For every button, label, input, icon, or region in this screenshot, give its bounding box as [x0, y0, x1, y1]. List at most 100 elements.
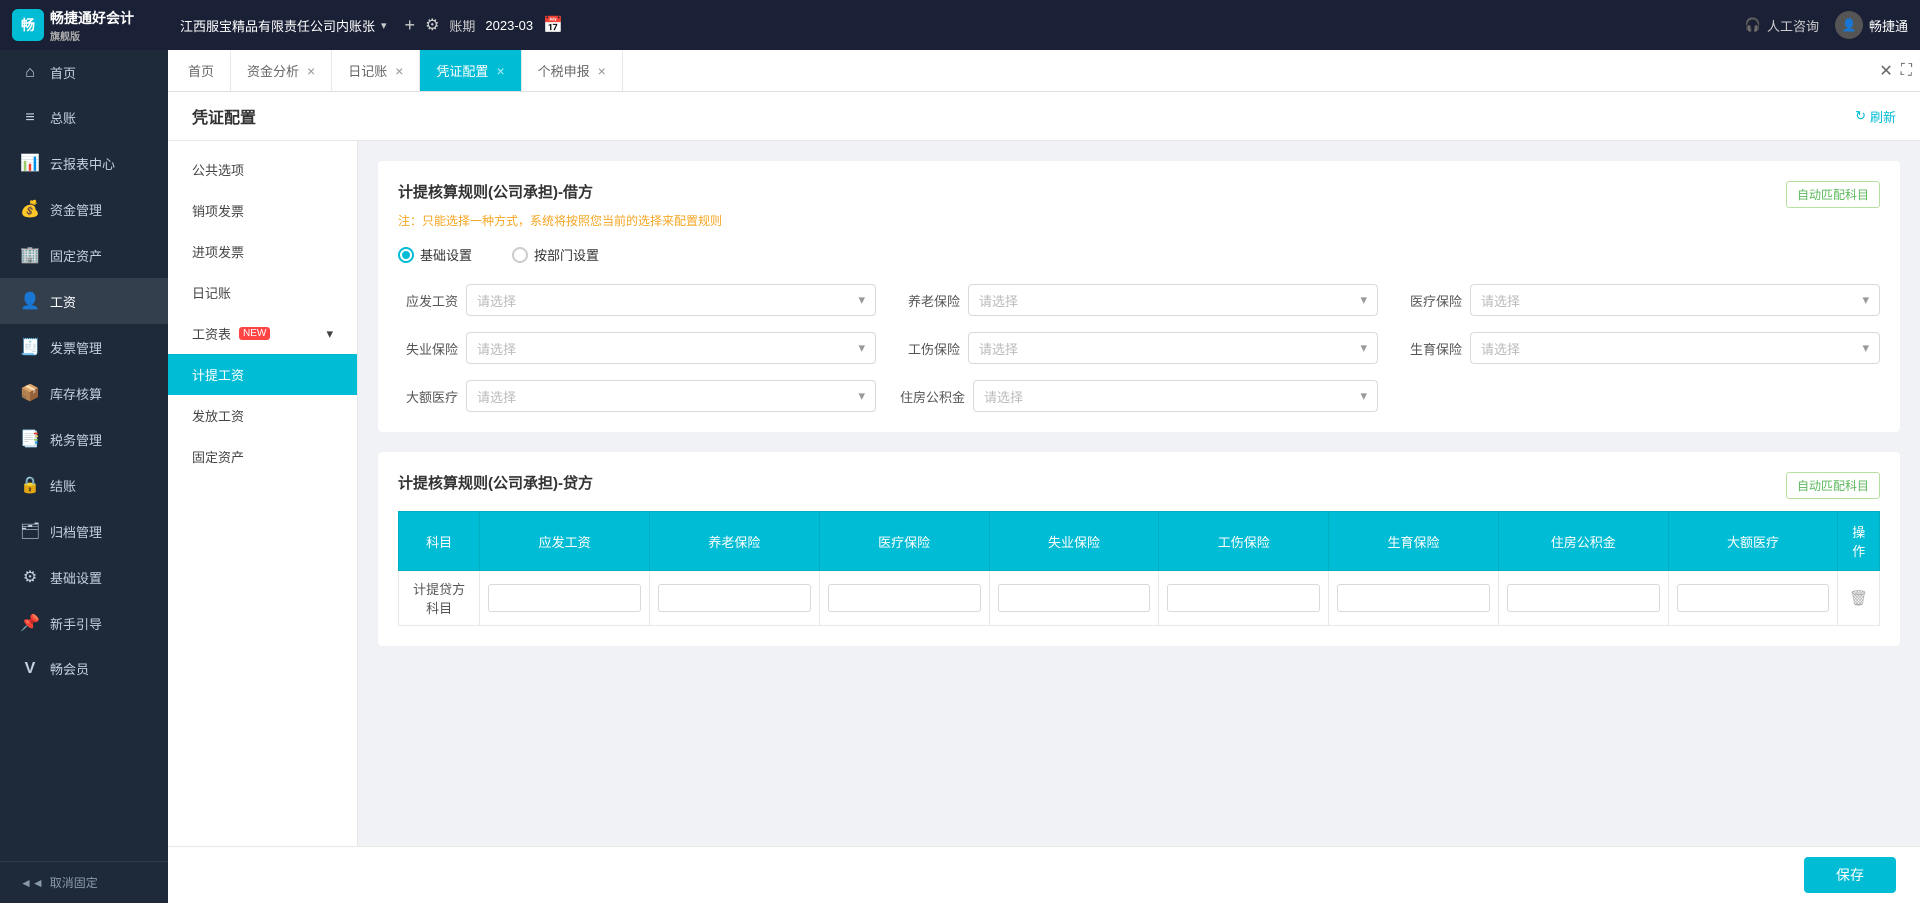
sidebar-label-reports: 云报表中心	[50, 154, 115, 173]
select-daeyi[interactable]: 请选择 ▾	[466, 380, 876, 412]
vip-icon: V	[20, 660, 40, 678]
tab-voucher[interactable]: 凭证配置 ×	[420, 50, 521, 91]
table-header-row: 科目 应发工资 养老保险 医疗保险 失业保险 工伤保险 生育保险 住房公积金 大…	[399, 512, 1880, 571]
tab-journal-close[interactable]: ×	[395, 63, 403, 79]
tax-icon: 📑	[20, 429, 40, 449]
sidebar-item-invoice[interactable]: 🧾 发票管理	[0, 324, 168, 370]
close-tab-icon[interactable]: ✕	[1879, 61, 1892, 81]
expand-icon[interactable]: ⛶	[1901, 62, 1912, 80]
right-content: 计提核算规则(公司承担)-借方 自动匹配科目 注：只能选择一种方式，系统将按照您…	[358, 141, 1920, 846]
bottom-bar: 保存	[168, 846, 1920, 903]
tab-tax-close[interactable]: ×	[598, 63, 606, 79]
closing-icon: 🔒	[20, 475, 40, 495]
left-menu-public[interactable]: 公共选项	[168, 149, 357, 190]
sidebar-item-closing[interactable]: 🔒 结账	[0, 462, 168, 508]
select-shengyu-placeholder: 请选择	[1481, 339, 1520, 358]
radio-basic[interactable]: 基础设置	[398, 245, 472, 264]
left-menu: 公共选项 销项发票 进项发票 日记账 工资表 NEW ▾	[168, 141, 358, 846]
debit-note: 注：只能选择一种方式，系统将按照您当前的选择来配置规则	[398, 212, 1880, 229]
left-menu-fixed-assets[interactable]: 固定资产	[168, 436, 357, 477]
sidebar-label-archive: 归档管理	[50, 522, 102, 541]
input-credit-yingfa[interactable]	[488, 584, 641, 612]
sidebar-item-guide[interactable]: 📌 新手引导	[0, 600, 168, 646]
select-shengyu[interactable]: 请选择 ▾	[1470, 332, 1880, 364]
tab-journal[interactable]: 日记账 ×	[332, 50, 420, 91]
input-credit-yiliao[interactable]	[828, 584, 981, 612]
tab-home[interactable]: 首页	[172, 50, 231, 91]
sidebar-label-ledger: 总账	[50, 108, 76, 127]
sidebar-label-fund: 资金管理	[50, 200, 102, 219]
credit-auto-match-button[interactable]: 自动匹配科目	[1786, 472, 1880, 499]
left-menu-payroll-table[interactable]: 工资表 NEW ▾	[168, 313, 357, 354]
tab-journal-label: 日记账	[348, 61, 387, 80]
select-daeyi-arrow: ▾	[858, 388, 865, 404]
add-button[interactable]: +	[405, 15, 416, 36]
sidebar-item-archive[interactable]: 🗂 归档管理	[0, 508, 168, 554]
sidebar-nav: ⌂ 首页 ≡ 总账 📊 云报表中心 💰 资金管理 🏢 固定资产 👤 工资	[0, 50, 168, 861]
tab-tax[interactable]: 个税申报 ×	[522, 50, 623, 91]
left-menu-payout[interactable]: 发放工资	[168, 395, 357, 436]
cell-yiliao	[819, 571, 989, 626]
select-yiliao[interactable]: 请选择 ▾	[1470, 284, 1880, 316]
select-yingfa-placeholder: 请选择	[477, 291, 516, 310]
col-header-zhufang: 住房公积金	[1498, 512, 1668, 571]
sidebar-item-settings[interactable]: ⚙ 基础设置	[0, 554, 168, 600]
select-shiye[interactable]: 请选择 ▾	[466, 332, 876, 364]
select-yanglao[interactable]: 请选择 ▾	[968, 284, 1378, 316]
delete-row-icon[interactable]: 🗑	[1849, 590, 1868, 607]
select-yingfa[interactable]: 请选择 ▾	[466, 284, 876, 316]
new-badge: NEW	[239, 327, 270, 340]
period-value: 2023-03	[485, 18, 533, 33]
cell-zhufang	[1498, 571, 1668, 626]
left-menu-sales[interactable]: 销项发票	[168, 190, 357, 231]
sidebar-item-reports[interactable]: 📊 云报表中心	[0, 140, 168, 186]
cancel-pin-button[interactable]: ◄◄ 取消固定	[0, 861, 168, 903]
sidebar-item-inventory[interactable]: 📦 库存核算	[0, 370, 168, 416]
input-credit-yanglao[interactable]	[658, 584, 811, 612]
radio-dept[interactable]: 按部门设置	[512, 245, 599, 264]
top-bar-actions: 🎧 人工咨询 👤 畅捷通	[1745, 11, 1908, 39]
col-header-yiliao: 医疗保险	[819, 512, 989, 571]
calendar-icon[interactable]: 📅	[543, 15, 563, 35]
input-credit-zhufang[interactable]	[1507, 584, 1660, 612]
select-yanglao-placeholder: 请选择	[979, 291, 1018, 310]
settings-icon[interactable]: ⚙	[425, 15, 439, 35]
sidebar-item-fixed[interactable]: 🏢 固定资产	[0, 232, 168, 278]
company-selector[interactable]: 江西服宝精品有限责任公司内账张 ▾	[172, 12, 395, 39]
select-zhufang-placeholder: 请选择	[984, 387, 1023, 406]
input-credit-gongshang[interactable]	[1167, 584, 1320, 612]
user-area[interactable]: 👤 畅捷通	[1835, 11, 1908, 39]
sidebar-item-salary[interactable]: 👤 工资	[0, 278, 168, 324]
sidebar-label-tax: 税务管理	[50, 430, 102, 449]
refresh-button[interactable]: ↻ 刷新	[1855, 107, 1896, 126]
input-credit-daeyi[interactable]	[1677, 584, 1830, 612]
left-menu-purchase[interactable]: 进项发票	[168, 231, 357, 272]
debit-auto-match-button[interactable]: 自动匹配科目	[1786, 181, 1880, 208]
service-label: 人工咨询	[1767, 16, 1819, 35]
cell-gongshang	[1159, 571, 1329, 626]
service-button[interactable]: 🎧 人工咨询	[1745, 16, 1819, 35]
sidebar-label-invoice: 发票管理	[50, 338, 102, 357]
inner-layout: 公共选项 销项发票 进项发票 日记账 工资表 NEW ▾	[168, 141, 1920, 846]
sidebar-item-fund[interactable]: 💰 资金管理	[0, 186, 168, 232]
sidebar-item-tax[interactable]: 📑 税务管理	[0, 416, 168, 462]
tab-fund-close[interactable]: ×	[307, 63, 315, 79]
tab-fund[interactable]: 资金分析 ×	[231, 50, 332, 91]
field-shengyu: 生育保险 请选择 ▾	[1402, 332, 1880, 364]
label-yanglao: 养老保险	[900, 291, 960, 310]
save-button[interactable]: 保存	[1804, 857, 1896, 893]
left-menu-accrual[interactable]: 计提工资	[168, 354, 357, 395]
input-credit-shengyu[interactable]	[1337, 584, 1490, 612]
sidebar-item-vip[interactable]: V 畅会员	[0, 646, 168, 691]
sidebar-item-ledger[interactable]: ≡ 总账	[0, 95, 168, 140]
tab-tax-label: 个税申报	[538, 61, 590, 80]
label-daeyi: 大额医疗	[398, 387, 458, 406]
sidebar-item-home[interactable]: ⌂ 首页	[0, 50, 168, 95]
logo-sub: 旗舰版	[50, 28, 134, 43]
select-zhufang[interactable]: 请选择 ▾	[973, 380, 1378, 412]
tab-fund-label: 资金分析	[247, 61, 299, 80]
tab-voucher-close[interactable]: ×	[496, 63, 504, 79]
select-gongshang[interactable]: 请选择 ▾	[968, 332, 1378, 364]
input-credit-shiye[interactable]	[998, 584, 1151, 612]
left-menu-journal[interactable]: 日记账	[168, 272, 357, 313]
